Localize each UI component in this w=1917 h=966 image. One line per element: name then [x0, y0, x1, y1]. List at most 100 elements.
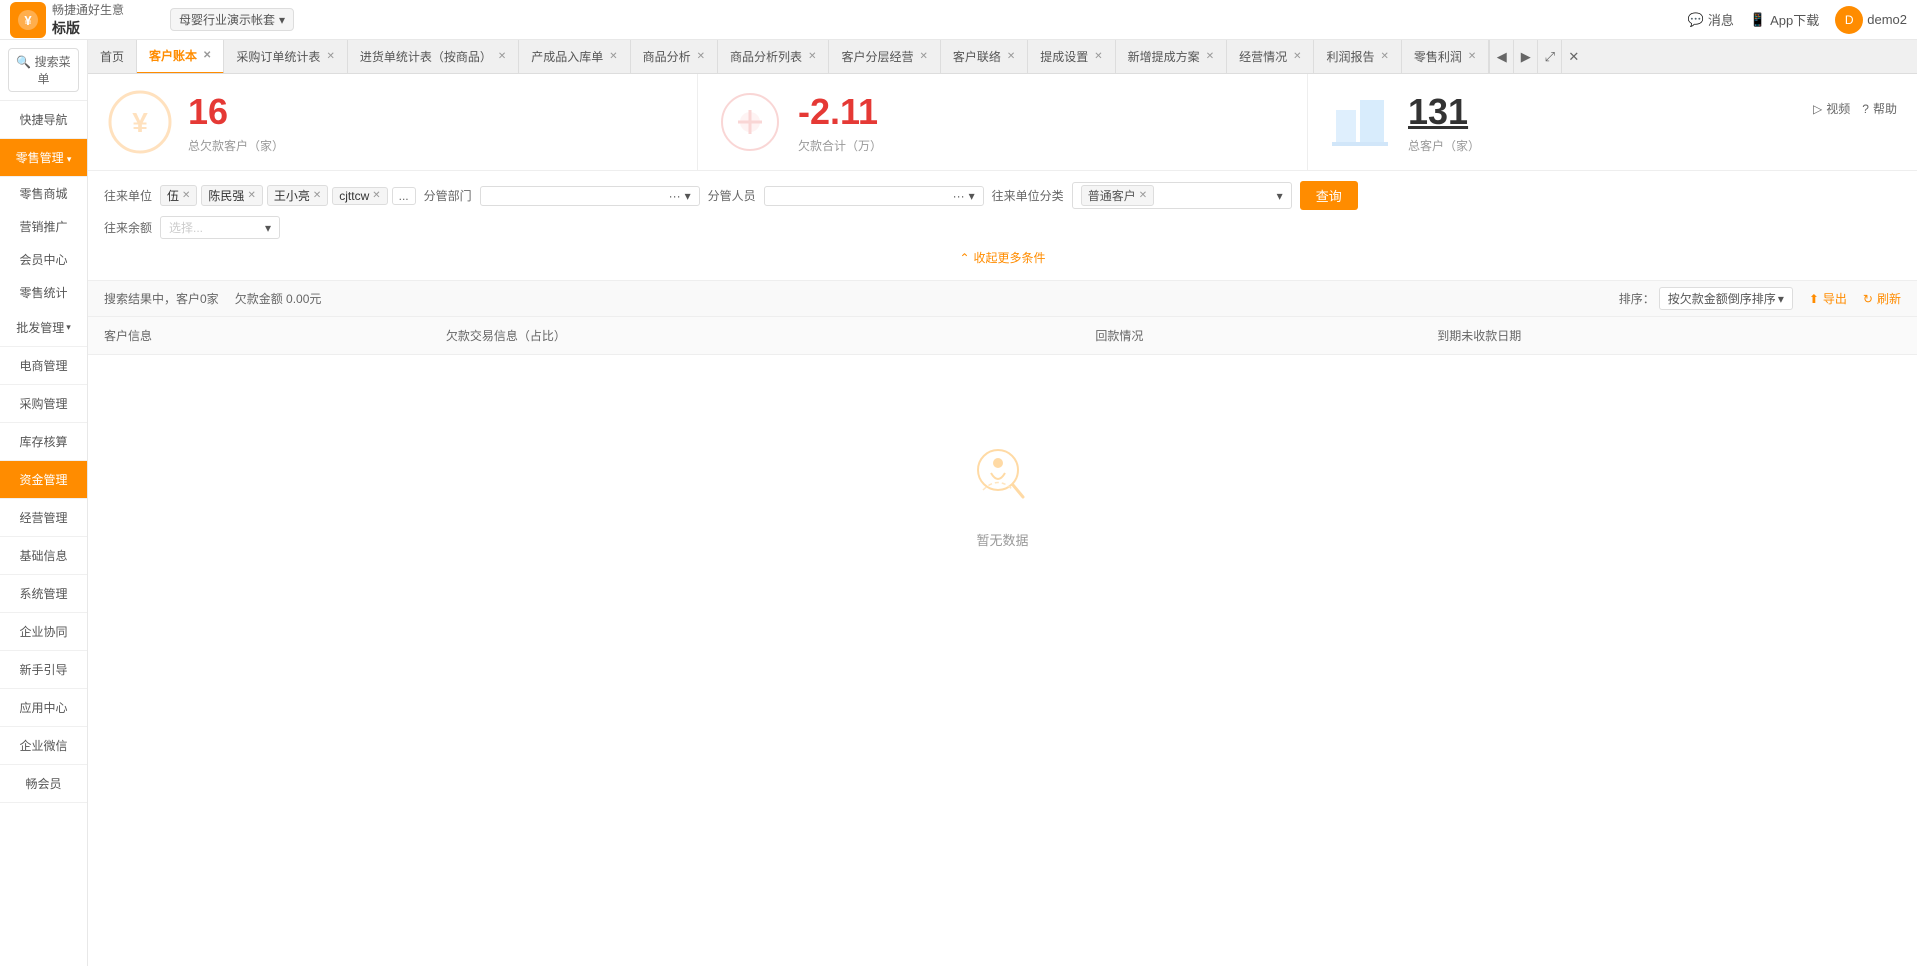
help-button[interactable]: ? 帮助: [1862, 100, 1897, 117]
close-icon[interactable]: ✕: [609, 51, 617, 62]
sidebar-item-wholesale[interactable]: 批发管理 ▾: [0, 309, 87, 347]
person-select[interactable]: ··· ▾: [764, 186, 984, 206]
tab-close-all[interactable]: ✕: [1561, 40, 1585, 74]
close-icon[interactable]: ✕: [919, 51, 927, 62]
tab-purchase-stats[interactable]: 采购订单统计表 ✕: [224, 40, 347, 74]
dept-select[interactable]: ··· ▾: [480, 186, 700, 206]
top-right: 💬 消息 📱 App下载 D demo2: [1688, 6, 1907, 34]
sidebar-item-appstore[interactable]: 应用中心: [0, 689, 87, 727]
close-icon[interactable]: ✕: [1468, 51, 1476, 62]
stat-help-actions: ▷ 视频 ? 帮助: [1813, 90, 1897, 117]
video-help-button[interactable]: ▷ 视频: [1813, 100, 1850, 117]
sidebar-item-ecommerce[interactable]: 电商管理: [0, 347, 87, 385]
sort-area: 排序： 按欠款金额倒序排序 ▾ ⬆ 导出 ↻ 刷新: [1619, 287, 1901, 310]
debt-amount: -2.11: [798, 91, 882, 133]
unit-class-select[interactable]: 普通客户 ✕ ▾: [1072, 182, 1292, 209]
sidebar-item-finance[interactable]: 资金管理: [0, 461, 87, 499]
sidebar-item-guide[interactable]: 新手引导: [0, 651, 87, 689]
ellipsis-icon: ···: [669, 189, 681, 203]
stat-debtors: ¥ 16 总欠款客户（家）: [88, 74, 698, 170]
debt-amount-text: 欠款金额 0.00元: [235, 290, 322, 307]
collapse-button[interactable]: ⌃ 收起更多条件: [959, 245, 1045, 270]
chevron-down-icon: ▾: [279, 13, 285, 27]
tab-customer-ledger[interactable]: 客户账本 ✕: [137, 40, 224, 74]
tab-new-commission[interactable]: 新增提成方案 ✕: [1116, 40, 1227, 74]
filter-tag-cjttcw: cjttcw ✕: [332, 187, 387, 205]
sidebar-item-operations[interactable]: 经营管理: [0, 499, 87, 537]
close-icon[interactable]: ✕: [1094, 51, 1102, 62]
dept-label: 分管部门: [424, 187, 472, 204]
tab-scroll-left[interactable]: ◀: [1489, 40, 1513, 74]
stat-number-debt: -2.11 欠款合计（万）: [798, 91, 882, 154]
sidebar-item-marketing[interactable]: 营销推广: [0, 210, 87, 243]
tab-product-analysis[interactable]: 商品分析 ✕: [631, 40, 718, 74]
sidebar-item-quicknav[interactable]: 快捷导航: [0, 101, 87, 139]
refresh-button[interactable]: ↻ 刷新: [1863, 290, 1901, 307]
close-icon[interactable]: ✕: [1381, 51, 1389, 62]
tag-remove-wang[interactable]: ✕: [313, 190, 321, 201]
sidebar-item-retail[interactable]: 零售管理 ▾: [0, 139, 87, 177]
empty-state: 暂无数据: [88, 355, 1917, 629]
sidebar-item-retail-stats[interactable]: 零售统计: [0, 276, 87, 309]
tab-inbound-stats[interactable]: 进货单统计表（按商品） ✕: [348, 40, 519, 74]
sidebar-item-purchase[interactable]: 采购管理: [0, 385, 87, 423]
logo-title: 标版: [52, 18, 124, 38]
version-selector[interactable]: 母婴行业演示帐套 ▾: [170, 8, 294, 31]
close-icon[interactable]: ✕: [1293, 51, 1301, 62]
search-result-text: 搜索结果中，客户0家: [104, 290, 219, 307]
stat-number-customers: 131 总客户（家）: [1408, 91, 1480, 154]
balance-select[interactable]: 选择... ▾: [160, 216, 280, 239]
tag-remove-normal[interactable]: ✕: [1139, 190, 1147, 201]
sidebar-item-basic-info[interactable]: 基础信息: [0, 537, 87, 575]
tab-product-list[interactable]: 商品分析列表 ✕: [718, 40, 829, 74]
tab-business-status[interactable]: 经营情况 ✕: [1227, 40, 1314, 74]
close-icon[interactable]: ✕: [1007, 51, 1015, 62]
empty-text: 暂无数据: [976, 530, 1028, 549]
sidebar-search: 🔍 搜索菜单: [0, 40, 87, 101]
sidebar-item-retail-mall[interactable]: 零售商城: [0, 177, 87, 210]
tag-remove-wu[interactable]: ✕: [182, 190, 190, 201]
tab-scroll-right[interactable]: ▶: [1513, 40, 1537, 74]
filter-row-1: 往来单位 伍 ✕ 陈民强 ✕ 王小亮: [104, 181, 1901, 210]
download-icon: 📱: [1750, 12, 1766, 28]
close-icon[interactable]: ✕: [203, 50, 211, 61]
app-download-button[interactable]: 📱 App下载: [1750, 10, 1819, 29]
tab-customer-tier[interactable]: 客户分层经营 ✕: [829, 40, 940, 74]
sidebar-item-member[interactable]: 会员中心: [0, 243, 87, 276]
tag-remove-cjttcw[interactable]: ✕: [372, 190, 380, 201]
close-icon[interactable]: ✕: [1206, 51, 1214, 62]
sort-prefix: 排序：: [1619, 290, 1655, 307]
sidebar-item-cooperation[interactable]: 企业协同: [0, 613, 87, 651]
close-icon[interactable]: ✕: [808, 51, 816, 62]
close-icon[interactable]: ✕: [326, 51, 334, 62]
query-button[interactable]: 查询: [1300, 181, 1358, 210]
unit-label: 往来单位: [104, 187, 152, 204]
sidebar-item-system[interactable]: 系统管理: [0, 575, 87, 613]
tab-retail-profit[interactable]: 零售利润 ✕: [1402, 40, 1489, 74]
search-menu-button[interactable]: 🔍 搜索菜单: [8, 48, 79, 92]
tag-remove-chen[interactable]: ✕: [247, 190, 255, 201]
sidebar-item-inventory[interactable]: 库存核算: [0, 423, 87, 461]
data-table: 客户信息 欠款交易信息（占比） 回款情况 到期未收款日期: [88, 317, 1917, 355]
close-icon[interactable]: ✕: [697, 51, 705, 62]
tab-customer-contact[interactable]: 客户联络 ✕: [941, 40, 1028, 74]
sort-button[interactable]: 按欠款金额倒序排序 ▾: [1659, 287, 1793, 310]
tab-product-instock[interactable]: 产成品入库单 ✕: [519, 40, 630, 74]
sidebar-item-vip[interactable]: 畅会员: [0, 765, 87, 803]
chevron-down-icon: ▾: [969, 189, 975, 203]
tab-maximize[interactable]: ⤢: [1537, 40, 1561, 74]
export-button[interactable]: ⬆ 导出: [1809, 290, 1847, 307]
tab-profit-report[interactable]: 利润报告 ✕: [1314, 40, 1401, 74]
stat-debt-amount: -2.11 欠款合计（万）: [698, 74, 1308, 170]
tab-home[interactable]: 首页: [88, 40, 137, 74]
close-icon[interactable]: ✕: [498, 51, 506, 62]
tab-commission-setting[interactable]: 提成设置 ✕: [1028, 40, 1115, 74]
debtors-label: 总欠款客户（家）: [188, 137, 284, 154]
user-button[interactable]: D demo2: [1835, 6, 1907, 34]
filter-more-button[interactable]: ...: [392, 187, 416, 205]
sidebar-item-wechat[interactable]: 企业微信: [0, 727, 87, 765]
avatar: D: [1835, 6, 1863, 34]
col-customer-info: 客户信息: [88, 317, 430, 355]
message-button[interactable]: 💬 消息: [1688, 10, 1734, 29]
top-bar: ¥ 畅捷通好生意 标版 母婴行业演示帐套 ▾ 💬 消息 📱 App下载 D: [0, 0, 1917, 40]
